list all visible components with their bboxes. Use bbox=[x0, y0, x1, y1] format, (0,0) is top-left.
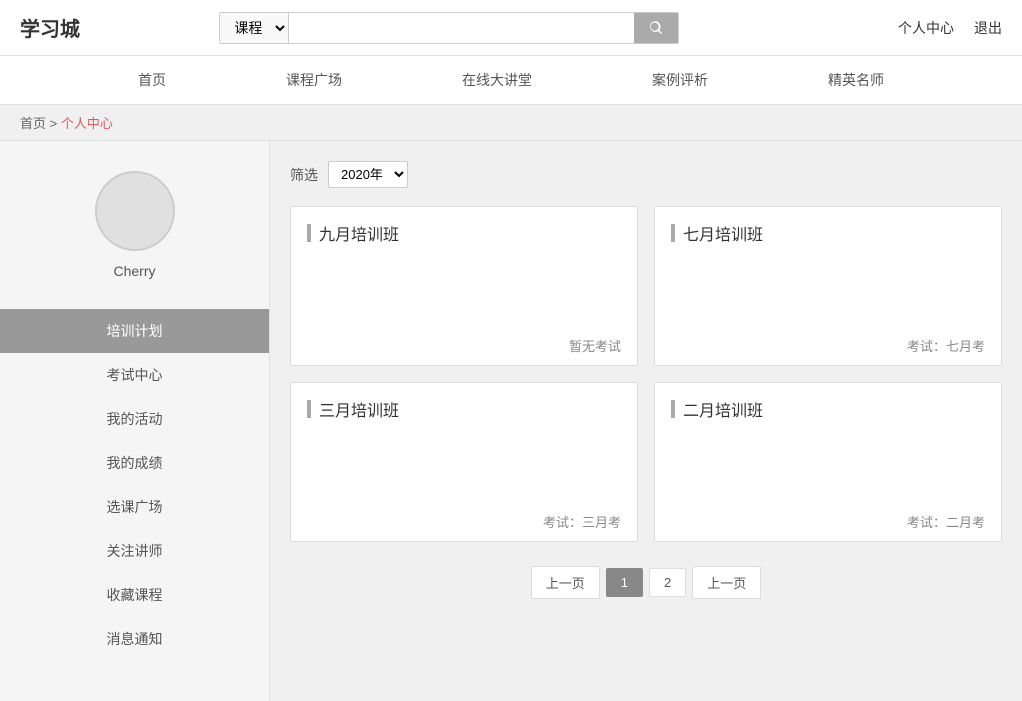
breadcrumb-home[interactable]: 首页 bbox=[20, 116, 46, 131]
card-accent-september bbox=[307, 224, 311, 242]
filter-label: 筛选 bbox=[290, 165, 318, 185]
sidebar-item-my-activities[interactable]: 我的活动 bbox=[0, 397, 269, 441]
username: Cherry bbox=[113, 263, 155, 279]
card-accent-february bbox=[671, 400, 675, 418]
page-2-button[interactable]: 2 bbox=[649, 568, 686, 597]
card-title-february: 二月培训班 bbox=[683, 397, 763, 421]
card-accent-july bbox=[671, 224, 675, 242]
nav-item-case[interactable]: 案例评析 bbox=[592, 56, 768, 104]
sidebar-item-course-market[interactable]: 选课广场 bbox=[0, 485, 269, 529]
sidebar-menu: 培训计划 考试中心 我的活动 我的成绩 选课广场 关注讲师 收藏课程 消息通知 bbox=[0, 309, 269, 661]
card-july[interactable]: 七月培训班 考试：七月考 bbox=[654, 206, 1002, 366]
header-actions: 个人中心 退出 bbox=[898, 18, 1002, 38]
sidebar-item-my-scores[interactable]: 我的成绩 bbox=[0, 441, 269, 485]
card-body-march bbox=[291, 431, 637, 502]
card-february[interactable]: 二月培训班 考试：二月考 bbox=[654, 382, 1002, 542]
card-footer-march: 考试：三月考 bbox=[291, 502, 637, 541]
main-nav: 首页 课程广场 在线大讲堂 案例评析 精英名师 bbox=[0, 56, 1022, 105]
sidebar: Cherry 培训计划 考试中心 我的活动 我的成绩 选课广场 关注讲师 收藏课… bbox=[0, 141, 270, 701]
card-title-march: 三月培训班 bbox=[319, 397, 399, 421]
nav-item-courses[interactable]: 课程广场 bbox=[226, 56, 402, 104]
sidebar-profile: Cherry bbox=[0, 141, 269, 299]
sidebar-item-follow-lecturer[interactable]: 关注讲师 bbox=[0, 529, 269, 573]
page-1-button[interactable]: 1 bbox=[606, 568, 643, 597]
search-input[interactable] bbox=[289, 14, 634, 42]
main-layout: Cherry 培训计划 考试中心 我的活动 我的成绩 选课广场 关注讲师 收藏课… bbox=[0, 141, 1022, 701]
year-filter-select[interactable]: 2020年 2018年 2019年 2021年 bbox=[328, 161, 408, 188]
nav-item-home[interactable]: 首页 bbox=[78, 56, 226, 104]
next-page-button[interactable]: 上一页 bbox=[692, 566, 761, 599]
card-body-february bbox=[655, 431, 1001, 502]
card-footer-february: 考试：二月考 bbox=[655, 502, 1001, 541]
cards-grid: 九月培训班 暂无考试 七月培训班 考试：七月考 三月培训班 考试 bbox=[290, 206, 1002, 542]
avatar bbox=[95, 171, 175, 251]
nav-item-lecture[interactable]: 在线大讲堂 bbox=[402, 56, 592, 104]
search-bar: 课程 bbox=[219, 12, 679, 44]
sidebar-item-training-plan[interactable]: 培训计划 bbox=[0, 309, 269, 353]
card-title-july: 七月培训班 bbox=[683, 221, 763, 245]
header: 学习城 课程 个人中心 退出 bbox=[0, 0, 1022, 56]
sidebar-item-messages[interactable]: 消息通知 bbox=[0, 617, 269, 661]
card-title-september: 九月培训班 bbox=[319, 221, 399, 245]
card-accent-march bbox=[307, 400, 311, 418]
card-header-march: 三月培训班 bbox=[291, 383, 637, 431]
logo: 学习城 bbox=[20, 13, 80, 42]
filter-bar: 筛选 2020年 2018年 2019年 2021年 bbox=[290, 161, 1002, 188]
content-area: 筛选 2020年 2018年 2019年 2021年 九月培训班 暂无考试 bbox=[270, 141, 1022, 701]
card-footer-september: 暂无考试 bbox=[291, 326, 637, 365]
card-body-july bbox=[655, 255, 1001, 326]
personal-center-link[interactable]: 个人中心 bbox=[898, 18, 954, 38]
logout-link[interactable]: 退出 bbox=[974, 18, 1002, 38]
nav-item-elite[interactable]: 精英名师 bbox=[768, 56, 944, 104]
breadcrumb: 首页 > 个人中心 bbox=[0, 105, 1022, 141]
prev-page-button[interactable]: 上一页 bbox=[531, 566, 600, 599]
sidebar-item-exam-center[interactable]: 考试中心 bbox=[0, 353, 269, 397]
search-button[interactable] bbox=[634, 13, 678, 43]
sidebar-item-favorite-courses[interactable]: 收藏课程 bbox=[0, 573, 269, 617]
card-header-july: 七月培训班 bbox=[655, 207, 1001, 255]
search-category-select[interactable]: 课程 bbox=[220, 13, 289, 43]
card-header-february: 二月培训班 bbox=[655, 383, 1001, 431]
card-footer-july: 考试：七月考 bbox=[655, 326, 1001, 365]
card-march[interactable]: 三月培训班 考试：三月考 bbox=[290, 382, 638, 542]
pagination: 上一页 1 2 上一页 bbox=[290, 566, 1002, 599]
search-icon bbox=[648, 20, 664, 36]
card-body-september bbox=[291, 255, 637, 326]
card-header-september: 九月培训班 bbox=[291, 207, 637, 255]
card-september[interactable]: 九月培训班 暂无考试 bbox=[290, 206, 638, 366]
breadcrumb-current[interactable]: 个人中心 bbox=[61, 116, 113, 131]
breadcrumb-separator: > bbox=[50, 116, 61, 131]
